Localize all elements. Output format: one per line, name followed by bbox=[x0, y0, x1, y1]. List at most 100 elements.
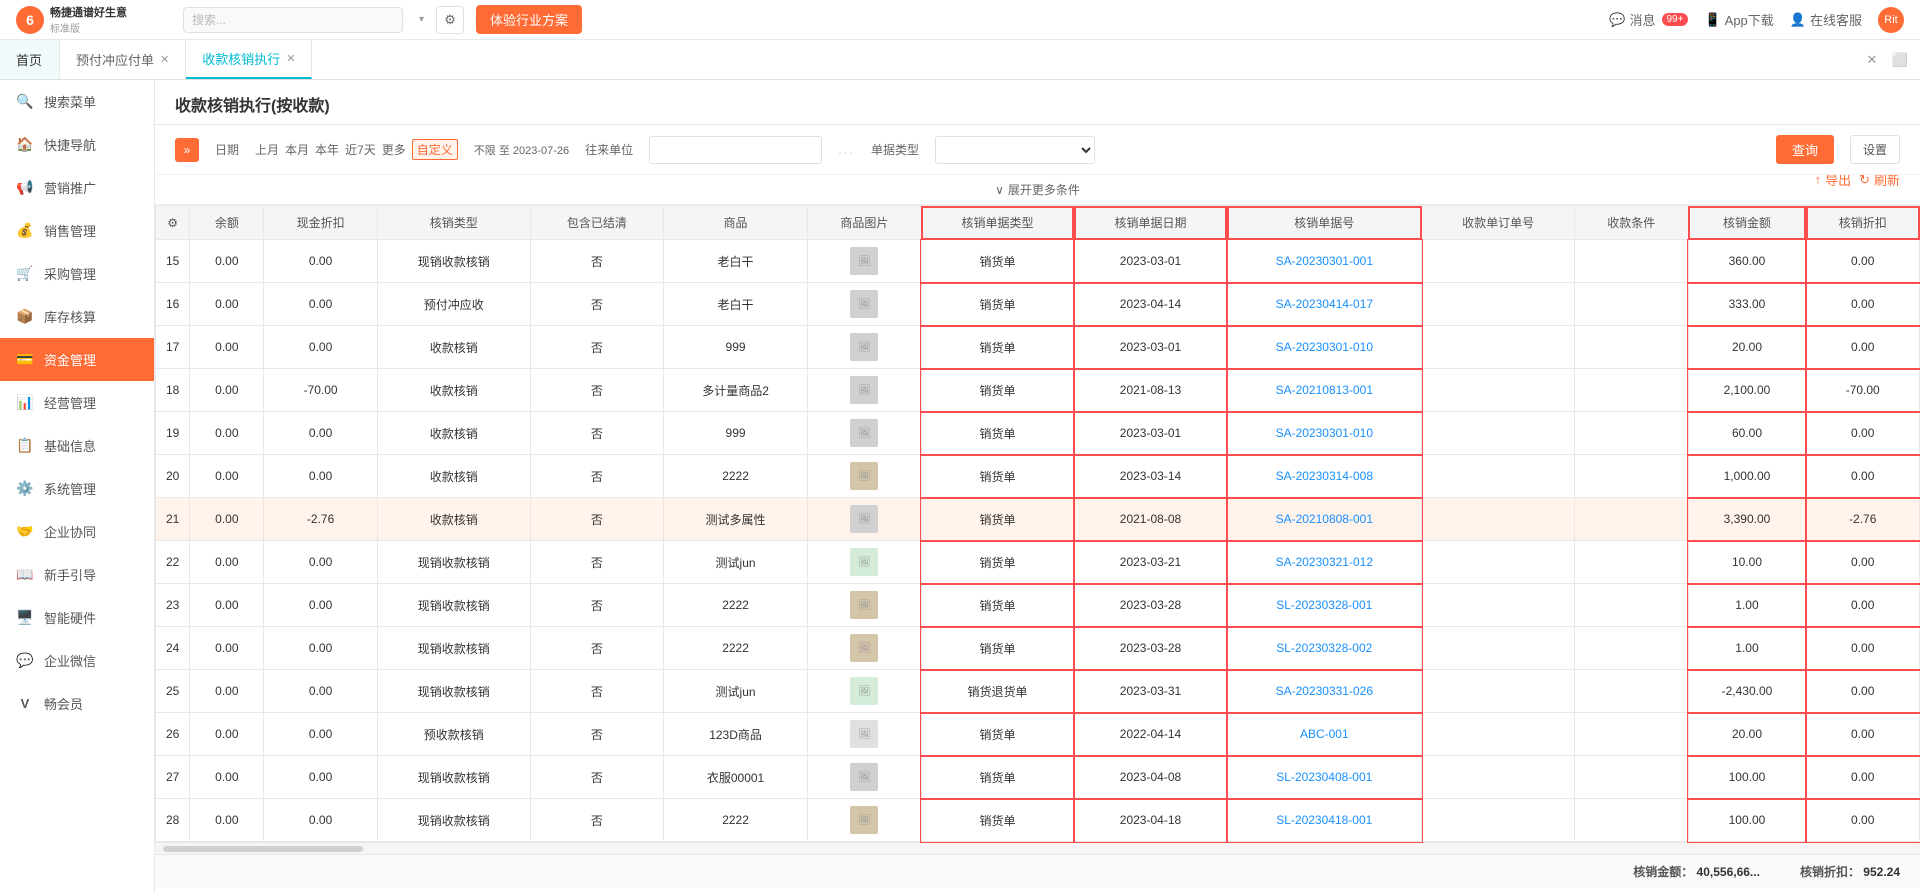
sidebar-item-member[interactable]: V 畅会员 bbox=[0, 682, 154, 725]
cancel-number-link[interactable]: SA-20210813-001 bbox=[1276, 383, 1373, 397]
row-cancel-number: ABC-001 bbox=[1227, 713, 1422, 756]
col-header-settings[interactable]: ⚙ bbox=[156, 206, 190, 240]
sidebar-item-guide[interactable]: 📖 新手引导 bbox=[0, 553, 154, 596]
row-settings-icon[interactable]: 25 bbox=[156, 670, 190, 713]
sidebar-item-sales[interactable]: 💰 销售管理 bbox=[0, 209, 154, 252]
filter-bar: » 日期 上月 本月 本年 近7天 更多 自定义 不限 至 2023-07-26… bbox=[155, 125, 1920, 175]
cancel-number-link[interactable]: SA-20230414-017 bbox=[1276, 297, 1373, 311]
row-settings-icon[interactable]: 16 bbox=[156, 283, 190, 326]
cancel-number-link[interactable]: SA-20230301-010 bbox=[1276, 426, 1373, 440]
row-settings-icon[interactable]: 24 bbox=[156, 627, 190, 670]
row-settings-icon[interactable]: 17 bbox=[156, 326, 190, 369]
cancel-number-link[interactable]: SL-20230408-001 bbox=[1276, 770, 1372, 784]
date-this-year[interactable]: 本年 bbox=[315, 141, 339, 158]
cancel-number-link[interactable]: SA-20230331-026 bbox=[1276, 684, 1373, 698]
cancel-number-link[interactable]: SL-20230328-001 bbox=[1276, 598, 1372, 612]
tab-expand-icon[interactable]: ⬜ bbox=[1888, 48, 1912, 72]
row-receipt-order-no bbox=[1422, 369, 1575, 412]
tab-home[interactable]: 首页 bbox=[0, 40, 60, 79]
counterpart-input[interactable] bbox=[649, 136, 822, 164]
app-download-button[interactable]: 📱 App下载 bbox=[1704, 10, 1773, 29]
row-settings-icon[interactable]: 23 bbox=[156, 584, 190, 627]
sidebar-item-wechat[interactable]: 💬 企业微信 bbox=[0, 639, 154, 682]
table-footer: 核销金额： 40,556,66... 核销折扣： 952.24 bbox=[155, 854, 1920, 888]
cancel-number-link[interactable]: SL-20230328-002 bbox=[1276, 641, 1372, 655]
date-custom[interactable]: 自定义 bbox=[412, 139, 458, 160]
row-goods: 2222 bbox=[663, 627, 807, 670]
avatar[interactable]: Rit bbox=[1878, 7, 1904, 33]
row-cash-discount: 0.00 bbox=[264, 412, 377, 455]
row-include-settled: 否 bbox=[530, 369, 663, 412]
tab-prepay[interactable]: 预付冲应付单 ✕ bbox=[60, 40, 186, 79]
sidebar-item-inventory[interactable]: 📦 库存核算 bbox=[0, 295, 154, 338]
row-cancel-voucher-type: 销货单 bbox=[921, 713, 1074, 756]
sidebar-item-purchase[interactable]: 🛒 采购管理 bbox=[0, 252, 154, 295]
cancel-number-link[interactable]: SA-20230301-010 bbox=[1276, 340, 1373, 354]
row-cash-discount: 0.00 bbox=[264, 240, 377, 283]
messages-button[interactable]: 💬 消息 99+ bbox=[1609, 10, 1688, 29]
settings-icon[interactable]: ⚙ bbox=[436, 6, 464, 34]
sidebar-item-cooperation[interactable]: 🤝 企业协同 bbox=[0, 510, 154, 553]
sidebar-item-quicknav[interactable]: 🏠 快捷导航 bbox=[0, 123, 154, 166]
cancel-number-link[interactable]: ABC-001 bbox=[1300, 727, 1349, 741]
row-balance: 0.00 bbox=[190, 240, 264, 283]
row-settings-icon[interactable]: 26 bbox=[156, 713, 190, 756]
cancel-number-link[interactable]: SA-20230301-001 bbox=[1276, 254, 1373, 268]
row-cancel-amount: 3,390.00 bbox=[1688, 498, 1806, 541]
tab-collection-close-icon[interactable]: ✕ bbox=[286, 52, 295, 65]
row-settings-icon[interactable]: 21 bbox=[156, 498, 190, 541]
sidebar-item-search[interactable]: 🔍 搜索菜单 bbox=[0, 80, 154, 123]
main-layout: 🔍 搜索菜单 🏠 快捷导航 📢 营销推广 💰 销售管理 🛒 采购管理 📦 库存核… bbox=[0, 80, 1920, 893]
filter-settings-button[interactable]: 设置 bbox=[1850, 135, 1900, 164]
row-cancel-amount: 360.00 bbox=[1688, 240, 1806, 283]
trial-button[interactable]: 体验行业方案 bbox=[476, 5, 582, 34]
horizontal-scrollbar[interactable] bbox=[155, 842, 1920, 854]
sidebar-item-basic[interactable]: 📋 基础信息 bbox=[0, 424, 154, 467]
hardware-icon: 🖥️ bbox=[16, 609, 34, 627]
cancel-number-link[interactable]: SL-20230418-001 bbox=[1276, 813, 1372, 827]
row-settings-icon[interactable]: 28 bbox=[156, 799, 190, 842]
cancel-number-link[interactable]: SA-20210808-001 bbox=[1276, 512, 1373, 526]
online-service-button[interactable]: 👤 在线客服 bbox=[1790, 10, 1862, 29]
sidebar-item-hardware[interactable]: 🖥️ 智能硬件 bbox=[0, 596, 154, 639]
marketing-icon: 📢 bbox=[16, 179, 34, 197]
cancel-number-link[interactable]: SA-20230314-008 bbox=[1276, 469, 1373, 483]
top-right-actions: 💬 消息 99+ 📱 App下载 👤 在线客服 Rit bbox=[1609, 7, 1904, 33]
date-last-month[interactable]: 上月 bbox=[255, 141, 279, 158]
voucher-type-select[interactable] bbox=[935, 136, 1095, 164]
row-receipt-order-no bbox=[1422, 713, 1575, 756]
row-settings-icon[interactable]: 20 bbox=[156, 455, 190, 498]
sidebar-item-finance[interactable]: 💳 资金管理 bbox=[0, 338, 154, 381]
sidebar-item-operation[interactable]: 📊 经营管理 bbox=[0, 381, 154, 424]
row-receipt-condition bbox=[1575, 369, 1688, 412]
col-header-cancel-voucher-type: 核销单据类型 bbox=[921, 206, 1074, 240]
filter-expand-button[interactable]: » bbox=[175, 138, 199, 162]
expand-more-bar[interactable]: ∨ 展开更多条件 bbox=[155, 175, 1920, 205]
row-cancel-date: 2023-03-28 bbox=[1074, 584, 1227, 627]
row-receipt-order-no bbox=[1422, 670, 1575, 713]
tab-prepay-close-icon[interactable]: ✕ bbox=[160, 53, 169, 66]
row-settings-icon[interactable]: 18 bbox=[156, 369, 190, 412]
date-7days[interactable]: 近7天 bbox=[345, 141, 376, 158]
row-settings-icon[interactable]: 27 bbox=[156, 756, 190, 799]
date-more[interactable]: 更多 bbox=[382, 141, 406, 158]
row-cancel-number: SA-20230321-012 bbox=[1227, 541, 1422, 584]
row-cancel-voucher-type: 销货单 bbox=[921, 326, 1074, 369]
row-cancel-discount: -70.00 bbox=[1806, 369, 1920, 412]
sidebar-item-marketing[interactable]: 📢 营销推广 bbox=[0, 166, 154, 209]
dropdown-arrow-icon[interactable]: ▾ bbox=[419, 14, 424, 25]
row-settings-icon[interactable]: 19 bbox=[156, 412, 190, 455]
row-settings-icon[interactable]: 22 bbox=[156, 541, 190, 584]
tab-close-all-icon[interactable]: ✕ bbox=[1860, 48, 1884, 72]
date-this-month[interactable]: 本月 bbox=[285, 141, 309, 158]
sidebar-item-system[interactable]: ⚙️ 系统管理 bbox=[0, 467, 154, 510]
row-cancel-voucher-type: 销货单 bbox=[921, 369, 1074, 412]
tab-collection[interactable]: 收款核销执行 ✕ bbox=[186, 40, 312, 79]
query-button[interactable]: 查询 bbox=[1776, 135, 1834, 164]
row-cash-discount: 0.00 bbox=[264, 455, 377, 498]
row-settings-icon[interactable]: 15 bbox=[156, 240, 190, 283]
cancel-number-link[interactable]: SA-20230321-012 bbox=[1276, 555, 1373, 569]
row-receipt-order-no bbox=[1422, 498, 1575, 541]
row-receipt-order-no bbox=[1422, 584, 1575, 627]
sidebar-inventory-label: 库存核算 bbox=[44, 307, 96, 326]
